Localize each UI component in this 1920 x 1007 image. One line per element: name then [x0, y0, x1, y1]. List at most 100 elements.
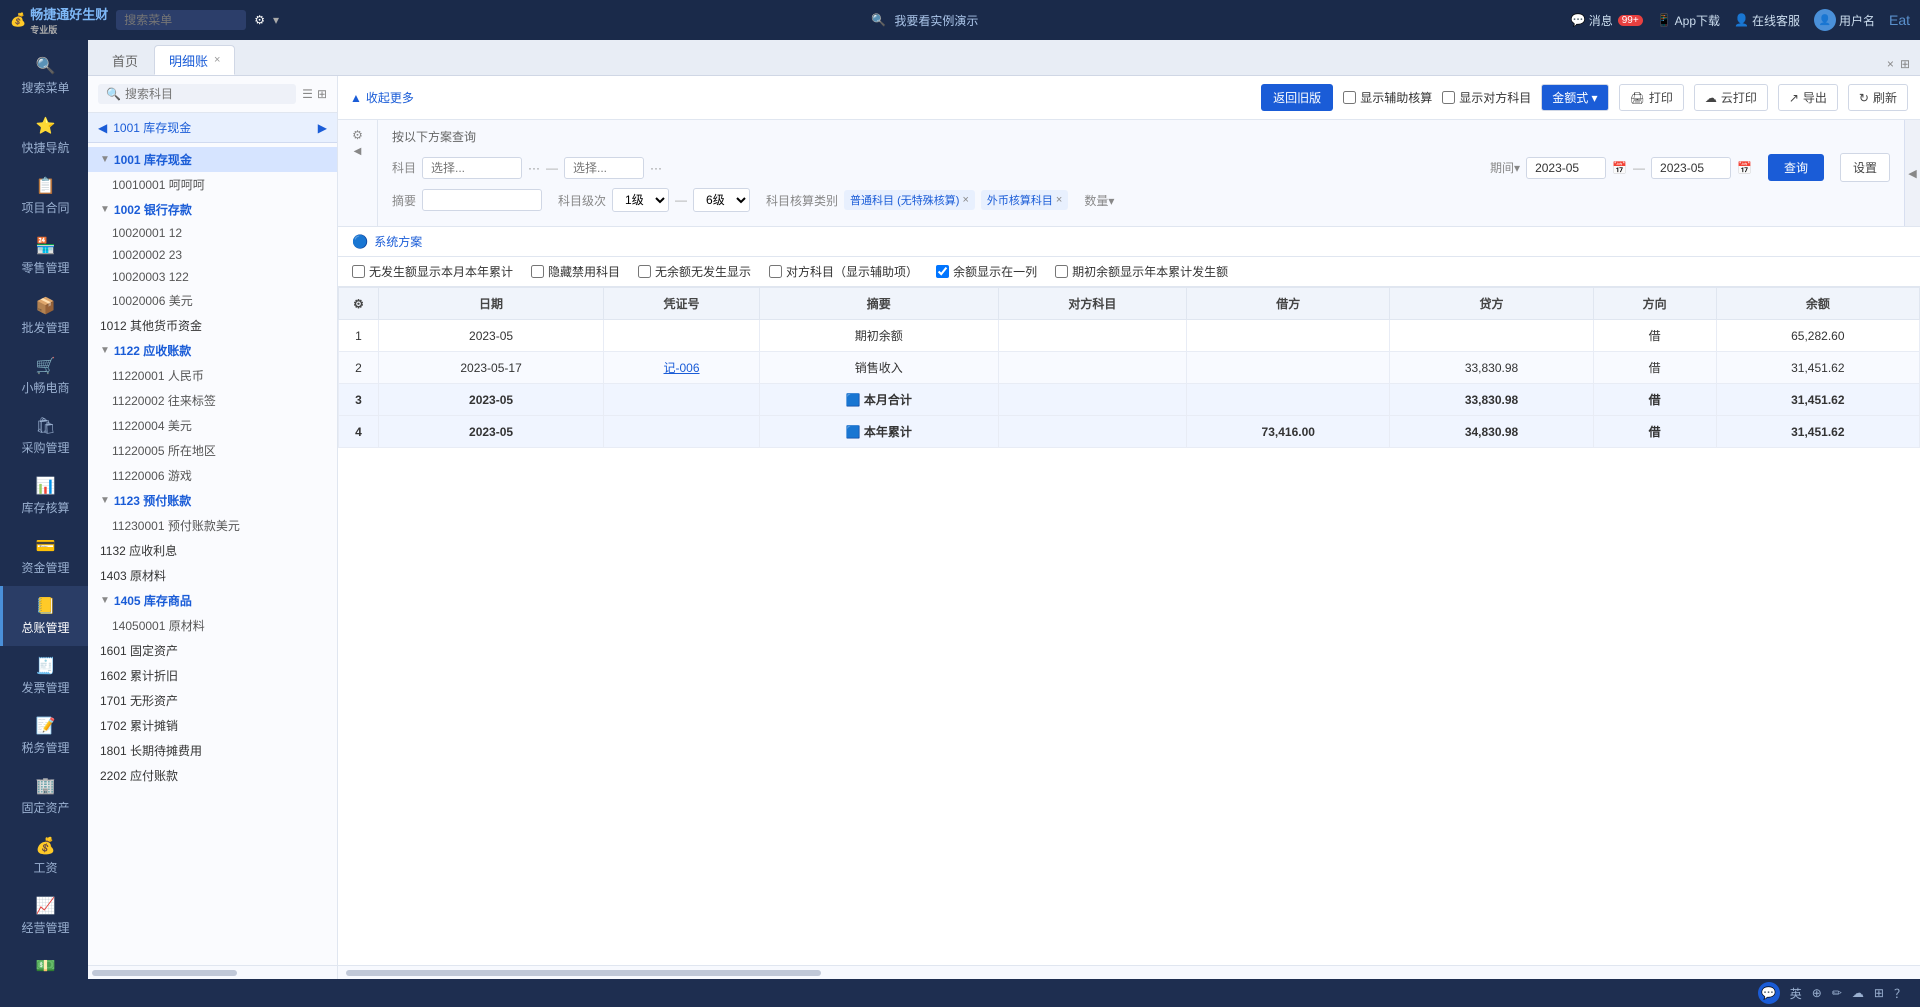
- export-btn[interactable]: ↗ 导出: [1778, 84, 1838, 111]
- money-format-btn[interactable]: 金额式 ▾: [1541, 84, 1608, 111]
- tree-node-2202[interactable]: 2202 应付账款: [88, 763, 337, 788]
- bottom-scrollbar-thumb[interactable]: [346, 970, 821, 976]
- subject-filter-input-to[interactable]: [564, 157, 644, 179]
- user-btn[interactable]: 👤 用户名: [1814, 9, 1875, 31]
- tag-foreign-close[interactable]: ×: [1056, 194, 1062, 206]
- status-grid-icon[interactable]: ⊞: [1874, 986, 1884, 1000]
- show-aux-checkbox[interactable]: 显示辅助核算: [1343, 89, 1432, 106]
- cb-period-balance-input[interactable]: [1055, 265, 1068, 278]
- app-download-btn[interactable]: 📱 App下载: [1657, 12, 1720, 29]
- return-old-btn[interactable]: 返回旧版: [1261, 84, 1333, 111]
- tree-node-11230001[interactable]: 11230001 预付账款美元: [88, 513, 337, 538]
- status-cloud-icon[interactable]: ☁: [1852, 986, 1864, 1000]
- sidebar-item-assets[interactable]: 🏢 固定资产: [0, 766, 88, 826]
- sidebar-item-wholesale[interactable]: 📦 批发管理: [0, 286, 88, 346]
- tree-node-10020002[interactable]: 10020002 23: [88, 244, 337, 266]
- period-to-input[interactable]: [1651, 157, 1731, 179]
- cb-show-contra[interactable]: 对方科目（显示辅助项）: [769, 263, 918, 280]
- query-btn[interactable]: 查询: [1768, 154, 1824, 181]
- show-contra-input[interactable]: [1442, 91, 1455, 104]
- tree-node-1702[interactable]: 1702 累计摊销: [88, 713, 337, 738]
- sidebar-item-salary[interactable]: 💰 工资: [0, 826, 88, 886]
- sidebar-item-capital[interactable]: 💳 资金管理: [0, 526, 88, 586]
- tree-node-1405[interactable]: ▼ 1405 库存商品: [88, 588, 337, 613]
- status-edit-icon[interactable]: ✏: [1832, 986, 1842, 1000]
- selected-account[interactable]: ◀ 1001 库存现金 ▶: [88, 113, 337, 143]
- topbar-dropdown-icon[interactable]: ▾: [273, 13, 279, 27]
- show-aux-input[interactable]: [1343, 91, 1356, 104]
- window-close-icon[interactable]: ×: [1887, 57, 1894, 71]
- sidebar-item-inventory[interactable]: 📊 库存核算: [0, 466, 88, 526]
- tree-node-11220001[interactable]: 11220001 人民币: [88, 363, 337, 388]
- status-zoom-icon[interactable]: ⊕: [1812, 986, 1822, 1000]
- level-from-select[interactable]: 1级2级3级: [612, 188, 669, 212]
- selected-account-next-icon[interactable]: ▶: [318, 121, 327, 135]
- online-service-btn[interactable]: 👤 在线客服: [1734, 12, 1800, 29]
- tree-search-input[interactable]: [125, 87, 288, 101]
- cb-no-balance-input[interactable]: [638, 265, 651, 278]
- subject-filter-input[interactable]: [422, 157, 522, 179]
- tree-node-10020001[interactable]: 10020001 12: [88, 222, 337, 244]
- cb-hide-disabled-input[interactable]: [531, 265, 544, 278]
- cb-no-balance[interactable]: 无余额无发生显示: [638, 263, 751, 280]
- cb-balance-one-col-input[interactable]: [936, 265, 949, 278]
- tree-scrollbar-thumb[interactable]: [92, 970, 237, 976]
- tag-normal-close[interactable]: ×: [962, 194, 968, 206]
- sidebar-item-invoice[interactable]: 🧾 发票管理: [0, 646, 88, 706]
- scheme-setting-icon[interactable]: ⚙: [352, 128, 363, 142]
- tree-node-1123[interactable]: ▼ 1123 预付账款: [88, 488, 337, 513]
- sidebar-item-purchase[interactable]: 🛍 采购管理: [0, 406, 88, 466]
- level-to-select[interactable]: 6级5级4级: [693, 188, 750, 212]
- print-btn[interactable]: 🖨 打印: [1619, 84, 1684, 111]
- sidebar-item-ledger[interactable]: 📒 总账管理: [0, 586, 88, 646]
- tree-node-1122[interactable]: ▼ 1122 应收账款: [88, 338, 337, 363]
- tree-list-icon[interactable]: ☰: [302, 87, 313, 101]
- sidebar-item-operations[interactable]: 📈 经营管理: [0, 886, 88, 946]
- expand-btn[interactable]: ▲ 收起更多: [350, 89, 414, 106]
- cb-balance-one-col[interactable]: 余额显示在一列: [936, 263, 1037, 280]
- cb-period-balance[interactable]: 期初余额显示年本累计发生额: [1055, 263, 1228, 280]
- show-contra-checkbox[interactable]: 显示对方科目: [1442, 89, 1531, 106]
- tree-node-14050001[interactable]: 14050001 原材料: [88, 613, 337, 638]
- tab-close-icon[interactable]: ×: [214, 54, 220, 66]
- tree-node-10010001[interactable]: 10010001 呵呵呵: [88, 172, 337, 197]
- tab-ledger[interactable]: 明细账 ×: [154, 45, 235, 75]
- tree-node-11220005[interactable]: 11220005 所在地区: [88, 438, 337, 463]
- period-calendar-icon-2[interactable]: 📅: [1737, 161, 1752, 175]
- filter-collapse-btn[interactable]: ◀: [1904, 120, 1920, 226]
- topbar-search-input[interactable]: [116, 10, 246, 30]
- tree-node-11220004[interactable]: 11220004 美元: [88, 413, 337, 438]
- status-help-icon[interactable]: ？: [1894, 985, 1906, 1002]
- tree-node-10020006[interactable]: 10020006 美元: [88, 288, 337, 313]
- subject-more-icon-2[interactable]: ···: [650, 161, 662, 175]
- bottom-scrollbar[interactable]: [338, 965, 1920, 979]
- status-chat-icon[interactable]: 💬: [1758, 982, 1780, 1004]
- sidebar-item-ecommerce[interactable]: 🛒 小畅电商: [0, 346, 88, 406]
- topbar-settings-icon[interactable]: ⚙: [254, 13, 265, 27]
- cb-no-occur[interactable]: 无发生额显示本月本年累计: [352, 263, 513, 280]
- col-settings-icon[interactable]: ⚙: [353, 297, 364, 311]
- tree-node-1403[interactable]: 1403 原材料: [88, 563, 337, 588]
- period-from-input[interactable]: [1526, 157, 1606, 179]
- refresh-btn[interactable]: ↻ 刷新: [1848, 84, 1908, 111]
- tree-node-1602[interactable]: 1602 累计折旧: [88, 663, 337, 688]
- tab-home[interactable]: 首页: [98, 45, 152, 75]
- tree-node-1701[interactable]: 1701 无形资产: [88, 688, 337, 713]
- sidebar-item-search[interactable]: 🔍 搜索菜单: [0, 46, 88, 106]
- tree-node-1002[interactable]: ▼ 1002 银行存款: [88, 197, 337, 222]
- message-btn[interactable]: 💬 消息 99+: [1571, 12, 1643, 29]
- tree-node-1601[interactable]: 1601 固定资产: [88, 638, 337, 663]
- sidebar-item-quicknav[interactable]: ⭐ 快捷导航: [0, 106, 88, 166]
- tree-node-1132[interactable]: 1132 应收利息: [88, 538, 337, 563]
- tree-node-1012[interactable]: 1012 其他货币资金: [88, 313, 337, 338]
- sidebar-item-sales-report[interactable]: 💵 小畅报销: [0, 946, 88, 979]
- scheme-collapse-icon[interactable]: ◀: [354, 146, 362, 157]
- tree-filter-icon[interactable]: ⊞: [317, 87, 327, 101]
- cb-no-occur-input[interactable]: [352, 265, 365, 278]
- topbar-demo-link[interactable]: 🔍 我要看实例演示: [871, 12, 978, 29]
- tree-node-1801[interactable]: 1801 长期待摊费用: [88, 738, 337, 763]
- tree-node-11220006[interactable]: 11220006 游戏: [88, 463, 337, 488]
- period-calendar-icon[interactable]: 📅: [1612, 161, 1627, 175]
- settings-btn[interactable]: 设置: [1840, 153, 1890, 182]
- sidebar-item-retail[interactable]: 🏪 零售管理: [0, 226, 88, 286]
